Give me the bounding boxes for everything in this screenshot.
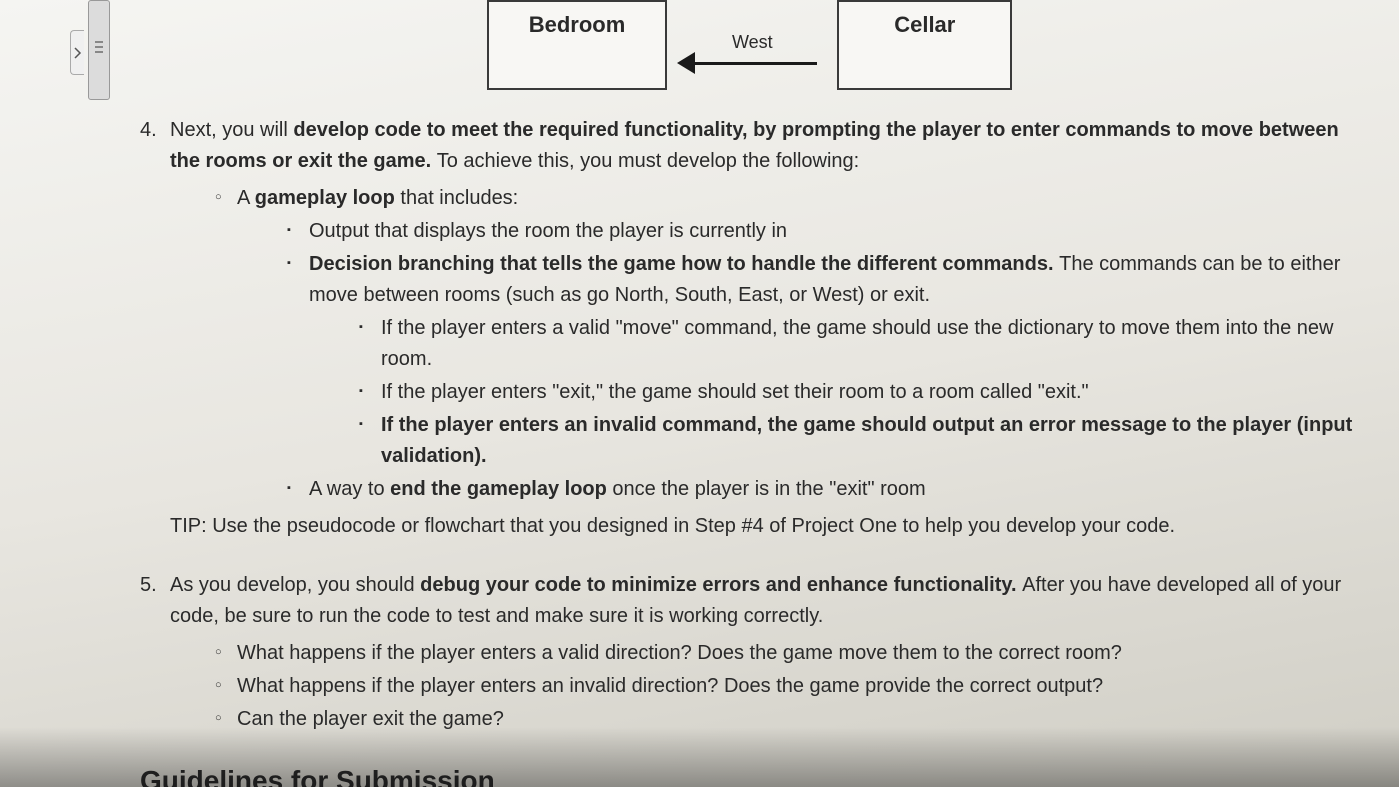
bullet-q2: What happens if the player enters an inv… bbox=[215, 671, 1359, 702]
bullet-valid-move: If the player enters a valid "move" comm… bbox=[359, 313, 1359, 375]
list-item-5: As you develop, you should debug your co… bbox=[140, 570, 1359, 735]
tip-text: TIP: Use the pseudocode or flowchart tha… bbox=[170, 511, 1359, 542]
room-box-cellar: Cellar bbox=[837, 0, 1012, 90]
list-item-4: Next, you will develop code to meet the … bbox=[140, 115, 1359, 542]
room-diagram: Bedroom West Cellar bbox=[140, 0, 1359, 95]
instruction-list: Next, you will develop code to meet the … bbox=[140, 115, 1359, 735]
bullet-q3: Can the player exit the game? bbox=[215, 704, 1359, 735]
expand-tab[interactable] bbox=[70, 30, 84, 75]
bullet-gameplay-loop: A gameplay loop that includes: Output th… bbox=[215, 183, 1359, 505]
scroll-handle[interactable] bbox=[88, 0, 110, 100]
room-box-bedroom: Bedroom bbox=[487, 0, 668, 90]
document-page: Bedroom West Cellar Next, you will devel… bbox=[0, 0, 1399, 787]
bullet-output: Output that displays the room the player… bbox=[287, 216, 1359, 247]
guidelines-heading: Guidelines for Submission bbox=[140, 765, 1359, 787]
bullet-end-loop: A way to end the gameplay loop once the … bbox=[287, 474, 1359, 505]
bullet-branching: Decision branching that tells the game h… bbox=[287, 249, 1359, 472]
arrow-label: West bbox=[667, 32, 837, 53]
chevron-right-icon bbox=[74, 47, 82, 59]
bullet-invalid-cmd: If the player enters an invalid command,… bbox=[359, 410, 1359, 472]
bullet-q1: What happens if the player enters a vali… bbox=[215, 638, 1359, 669]
arrow-west: West bbox=[667, 0, 837, 95]
bullet-exit-cmd: If the player enters "exit," the game sh… bbox=[359, 377, 1359, 408]
